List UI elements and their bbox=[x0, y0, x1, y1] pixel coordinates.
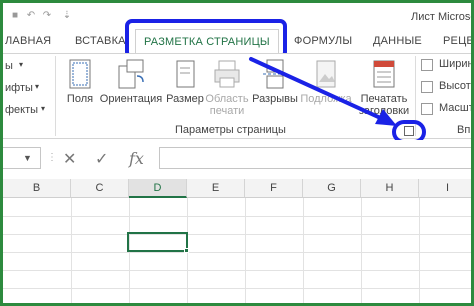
column-header-c[interactable]: C bbox=[71, 179, 129, 198]
formula-input[interactable] bbox=[159, 147, 471, 169]
margins-icon bbox=[69, 59, 91, 89]
formula-bar: ▼ ⋮ ✕ ✓ fx bbox=[3, 140, 471, 176]
scale-width-field[interactable]: Ширин bbox=[439, 58, 471, 70]
column-header-i[interactable]: I bbox=[419, 179, 471, 198]
redo-icon[interactable]: ↷ bbox=[41, 10, 53, 22]
size-icon bbox=[176, 60, 195, 88]
separator bbox=[55, 56, 56, 136]
scale-icon bbox=[421, 103, 433, 115]
tab-home[interactable]: ЛАВНАЯ bbox=[5, 35, 51, 47]
scale-height-field[interactable]: Высота bbox=[439, 80, 471, 92]
fill-handle[interactable] bbox=[184, 248, 189, 253]
undo-icon[interactable]: ↶ bbox=[25, 10, 37, 22]
column-header-g[interactable]: G bbox=[303, 179, 361, 198]
column-line bbox=[71, 198, 72, 303]
print-titles-button[interactable]: Печатать заголовки bbox=[355, 58, 413, 117]
enter-icon[interactable]: ✓ bbox=[95, 149, 108, 169]
column-header-f[interactable]: F bbox=[245, 179, 303, 198]
column-line bbox=[129, 198, 130, 303]
width-icon bbox=[421, 59, 433, 71]
row-line bbox=[3, 270, 471, 271]
column-line bbox=[361, 198, 362, 303]
row-line bbox=[3, 252, 471, 253]
column-line bbox=[303, 198, 304, 303]
background-button[interactable]: Подложка bbox=[299, 58, 353, 105]
row-line bbox=[3, 234, 471, 235]
column-header-b[interactable]: B bbox=[3, 179, 71, 198]
size-button[interactable]: Размер bbox=[165, 58, 205, 105]
print-area-icon bbox=[214, 60, 240, 88]
save-icon[interactable]: ■ bbox=[9, 10, 21, 22]
column-header-e[interactable]: E bbox=[187, 179, 245, 198]
chevron-down-icon: ▾ bbox=[41, 104, 46, 113]
insert-function-button[interactable]: fx bbox=[129, 149, 144, 168]
group-label-page-setup: Параметры страницы bbox=[175, 124, 286, 136]
orientation-icon bbox=[118, 59, 144, 89]
tab-formulas[interactable]: ФОРМУЛЫ bbox=[294, 35, 352, 47]
row-line bbox=[3, 288, 471, 289]
excel-window: ■ ↶ ↷ ⇣ Лист Microso ЛАВНАЯ ВСТАВКА РАЗМ… bbox=[0, 0, 474, 306]
tab-data[interactable]: ДАННЫЕ bbox=[373, 35, 422, 47]
column-header-d[interactable]: D bbox=[129, 179, 187, 198]
row-line bbox=[3, 216, 471, 217]
chevron-down-icon: ▾ bbox=[19, 60, 24, 69]
chevron-down-icon: ▼ bbox=[23, 153, 32, 163]
scale-field[interactable]: Масшт bbox=[439, 102, 471, 114]
colors-button[interactable]: ы bbox=[5, 60, 13, 72]
name-box[interactable]: ▼ bbox=[3, 147, 41, 169]
tab-insert[interactable]: ВСТАВКА bbox=[75, 35, 126, 47]
print-titles-icon bbox=[373, 60, 395, 88]
active-cell[interactable] bbox=[127, 232, 188, 252]
chevron-down-icon: ▾ bbox=[35, 82, 40, 91]
fonts-button[interactable]: ифты bbox=[5, 82, 33, 94]
margins-button[interactable]: Поля bbox=[63, 58, 97, 105]
more-icon: ⋮ bbox=[47, 152, 57, 163]
tab-review[interactable]: РЕЦЕ bbox=[443, 35, 471, 47]
breaks-button[interactable]: Разрывы bbox=[251, 58, 299, 105]
column-line bbox=[245, 198, 246, 303]
column-header-h[interactable]: H bbox=[361, 179, 419, 198]
customize-icon[interactable]: ⇣ bbox=[61, 10, 73, 22]
height-icon bbox=[421, 81, 433, 93]
column-line bbox=[419, 198, 420, 303]
worksheet-grid[interactable]: B C D E F G H I bbox=[3, 176, 471, 303]
group-label-scale-to-fit: Впи bbox=[457, 124, 471, 136]
effects-button[interactable]: фекты bbox=[5, 104, 38, 116]
cancel-icon[interactable]: ✕ bbox=[63, 149, 76, 169]
breaks-icon bbox=[263, 59, 287, 89]
print-area-button[interactable]: Область печати bbox=[205, 58, 249, 117]
background-icon bbox=[316, 60, 336, 88]
orientation-button[interactable]: Ориентация bbox=[99, 58, 163, 105]
window-title: Лист Microso bbox=[411, 11, 474, 23]
